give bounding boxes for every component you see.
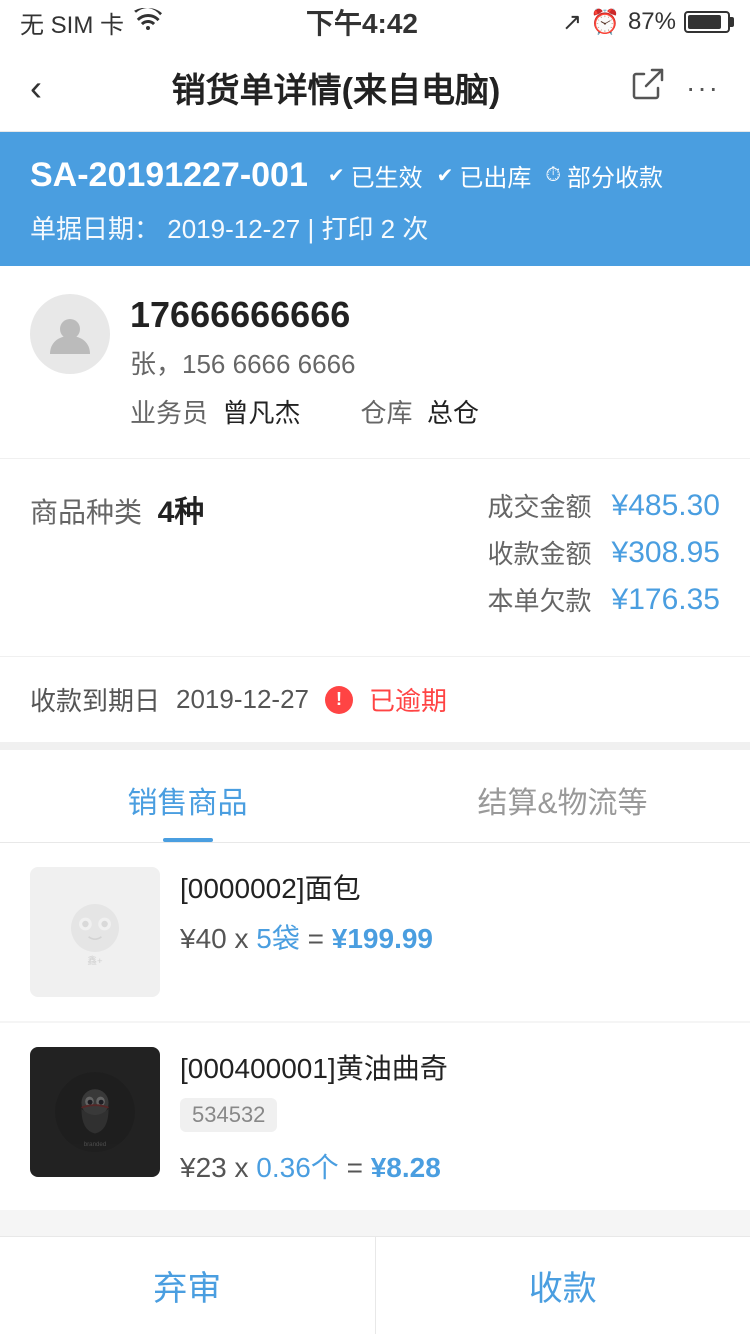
alarm-icon: ⏰ — [590, 8, 620, 37]
tab-products-label: 销售商品 — [128, 787, 248, 820]
customer-info: 17666666666 张，156 6666 6666 业务员 曾凡杰 仓库 总… — [130, 294, 720, 430]
status-right: ↗ ⏰ 87% — [562, 8, 730, 37]
due-date-value: 2019-12-27 — [176, 684, 309, 715]
product-price-1: ¥40 — [180, 923, 227, 954]
check-icon-1: ✔ — [328, 163, 345, 188]
svg-text:branded: branded — [84, 1141, 107, 1148]
list-item: 鑫+ [0000002]面包 ¥40 x 5袋 = ¥199.99 — [0, 843, 750, 1021]
warehouse-info: 仓库 总仓 — [360, 393, 478, 430]
received-amount: ¥308.95 — [612, 536, 720, 570]
more-icon[interactable]: ··· — [686, 72, 720, 104]
warehouse-name: 总仓 — [427, 398, 479, 428]
tab-billing[interactable]: 结算&物流等 — [375, 750, 750, 842]
order-date-row: 单据日期： 2019-12-27 | 打印 2 次 — [30, 209, 720, 246]
product-qty-1: 5袋 — [256, 923, 300, 954]
product-price-row-2: ¥23 x 0.36个 = ¥8.28 — [180, 1146, 720, 1186]
tab-products[interactable]: 销售商品 — [0, 750, 375, 842]
product-total-1: ¥199.99 — [332, 923, 433, 954]
product-types-info: 商品种类 4种 — [30, 487, 204, 531]
badge-partial: ⏱ 部分收款 — [545, 158, 663, 193]
owed-amount: ¥176.35 — [612, 583, 720, 617]
share-icon[interactable] — [630, 66, 666, 110]
confirm-button[interactable]: 收款 — [376, 1237, 750, 1334]
order-id: SA-20191227-001 — [30, 156, 308, 195]
status-bar: 无 SIM 卡 下午4:42 ↗ ⏰ 87% — [0, 0, 750, 44]
badge-effective-label: 已生效 — [351, 158, 423, 193]
tab-billing-label: 结算&物流等 — [477, 787, 647, 820]
date-label: 单据日期： — [30, 214, 160, 244]
order-id-row: SA-20191227-001 ✔ 已生效 ✔ 已出库 ⏱ 部分收款 — [30, 156, 720, 195]
tabs-section: 销售商品 结算&物流等 — [0, 750, 750, 843]
product-types-count: 4种 — [158, 496, 205, 529]
sales-name: 曾凡杰 — [222, 398, 300, 428]
customer-meta: 业务员 曾凡杰 仓库 总仓 — [130, 393, 720, 430]
product-image-2: branded — [30, 1047, 160, 1177]
cancel-label: 弃审 — [153, 1261, 221, 1310]
product-name-1: [0000002]面包 — [180, 867, 720, 907]
wifi-icon — [134, 8, 162, 37]
svg-text:鑫+: 鑫+ — [87, 955, 103, 967]
customer-name: 张，156 6666 6666 — [130, 344, 720, 381]
confirm-label: 收款 — [529, 1261, 597, 1310]
product-name-2: [000400001]黄油曲奇 — [180, 1047, 720, 1087]
back-button[interactable]: ‹ — [30, 67, 42, 109]
status-left: 无 SIM 卡 — [20, 5, 162, 40]
warehouse-label: 仓库 — [360, 398, 412, 428]
received-label: 收款金额 — [488, 534, 592, 571]
product-info-1: [0000002]面包 ¥40 x 5袋 = ¥199.99 — [180, 867, 720, 957]
battery-percent: 87% — [628, 8, 676, 36]
check-icon-2: ✔ — [437, 163, 454, 188]
clock-icon: ⏱ — [545, 164, 561, 187]
order-badges: ✔ 已生效 ✔ 已出库 ⏱ 部分收款 — [328, 158, 663, 193]
overdue-icon: ! — [325, 686, 353, 714]
badge-partial-label: 部分收款 — [567, 158, 663, 193]
carrier-label: 无 SIM 卡 — [20, 5, 124, 40]
product-total-2: ¥8.28 — [371, 1152, 441, 1183]
deal-amount: ¥485.30 — [612, 489, 720, 523]
nav-actions: ··· — [630, 66, 720, 110]
nav-bar: ‹ 销货单详情(来自电脑) ··· — [0, 44, 750, 132]
deal-amount-row: 成交金额 ¥485.30 — [488, 487, 720, 524]
amount-info: 成交金额 ¥485.30 收款金额 ¥308.95 本单欠款 ¥176.35 — [488, 487, 720, 628]
badge-shipped: ✔ 已出库 — [437, 158, 532, 193]
due-date-section: 收款到期日 2019-12-27 ! 已逾期 — [0, 657, 750, 750]
sales-info: 业务员 曾凡杰 — [130, 393, 300, 430]
badge-effective: ✔ 已生效 — [328, 158, 423, 193]
overdue-label: 已逾期 — [369, 681, 447, 718]
sales-label: 业务员 — [130, 398, 208, 428]
stats-section: 商品种类 4种 成交金额 ¥485.30 收款金额 ¥308.95 本单欠款 ¥… — [0, 459, 750, 657]
received-row: 收款金额 ¥308.95 — [488, 534, 720, 571]
customer-section: 17666666666 张，156 6666 6666 业务员 曾凡杰 仓库 总… — [0, 266, 750, 459]
order-header: SA-20191227-001 ✔ 已生效 ✔ 已出库 ⏱ 部分收款 单据日期：… — [0, 132, 750, 266]
products-section: 鑫+ [0000002]面包 ¥40 x 5袋 = ¥199.99 — [0, 843, 750, 1210]
customer-phone: 17666666666 — [130, 294, 720, 336]
print-label: | 打印 2 次 — [307, 214, 428, 244]
product-price-2: ¥23 — [180, 1152, 227, 1183]
product-info-2: [000400001]黄油曲奇 534532 ¥23 x 0.36个 = ¥8.… — [180, 1047, 720, 1186]
battery-icon — [684, 11, 730, 33]
page-title: 销货单详情(来自电脑) — [172, 63, 501, 112]
customer-avatar — [30, 294, 110, 374]
order-date: 2019-12-27 — [167, 214, 300, 244]
list-item: branded [000400001]黄油曲奇 534532 ¥23 x 0.3… — [0, 1023, 750, 1210]
product-qty-2: 0.36个 — [256, 1152, 339, 1183]
owed-label: 本单欠款 — [488, 581, 592, 618]
product-types-label: 商品种类 — [30, 497, 142, 528]
owed-row: 本单欠款 ¥176.35 — [488, 581, 720, 618]
product-sku-badge: 534532 — [180, 1098, 277, 1132]
product-image-1: 鑫+ — [30, 867, 160, 997]
bottom-bar: 弃审 收款 — [0, 1236, 750, 1334]
location-icon: ↗ — [562, 8, 582, 37]
due-date-label: 收款到期日 — [30, 681, 160, 718]
cancel-button[interactable]: 弃审 — [0, 1237, 376, 1334]
status-time: 下午4:42 — [306, 2, 418, 42]
product-price-row-1: ¥40 x 5袋 = ¥199.99 — [180, 917, 720, 957]
deal-amount-label: 成交金额 — [488, 487, 592, 524]
badge-shipped-label: 已出库 — [459, 158, 531, 193]
